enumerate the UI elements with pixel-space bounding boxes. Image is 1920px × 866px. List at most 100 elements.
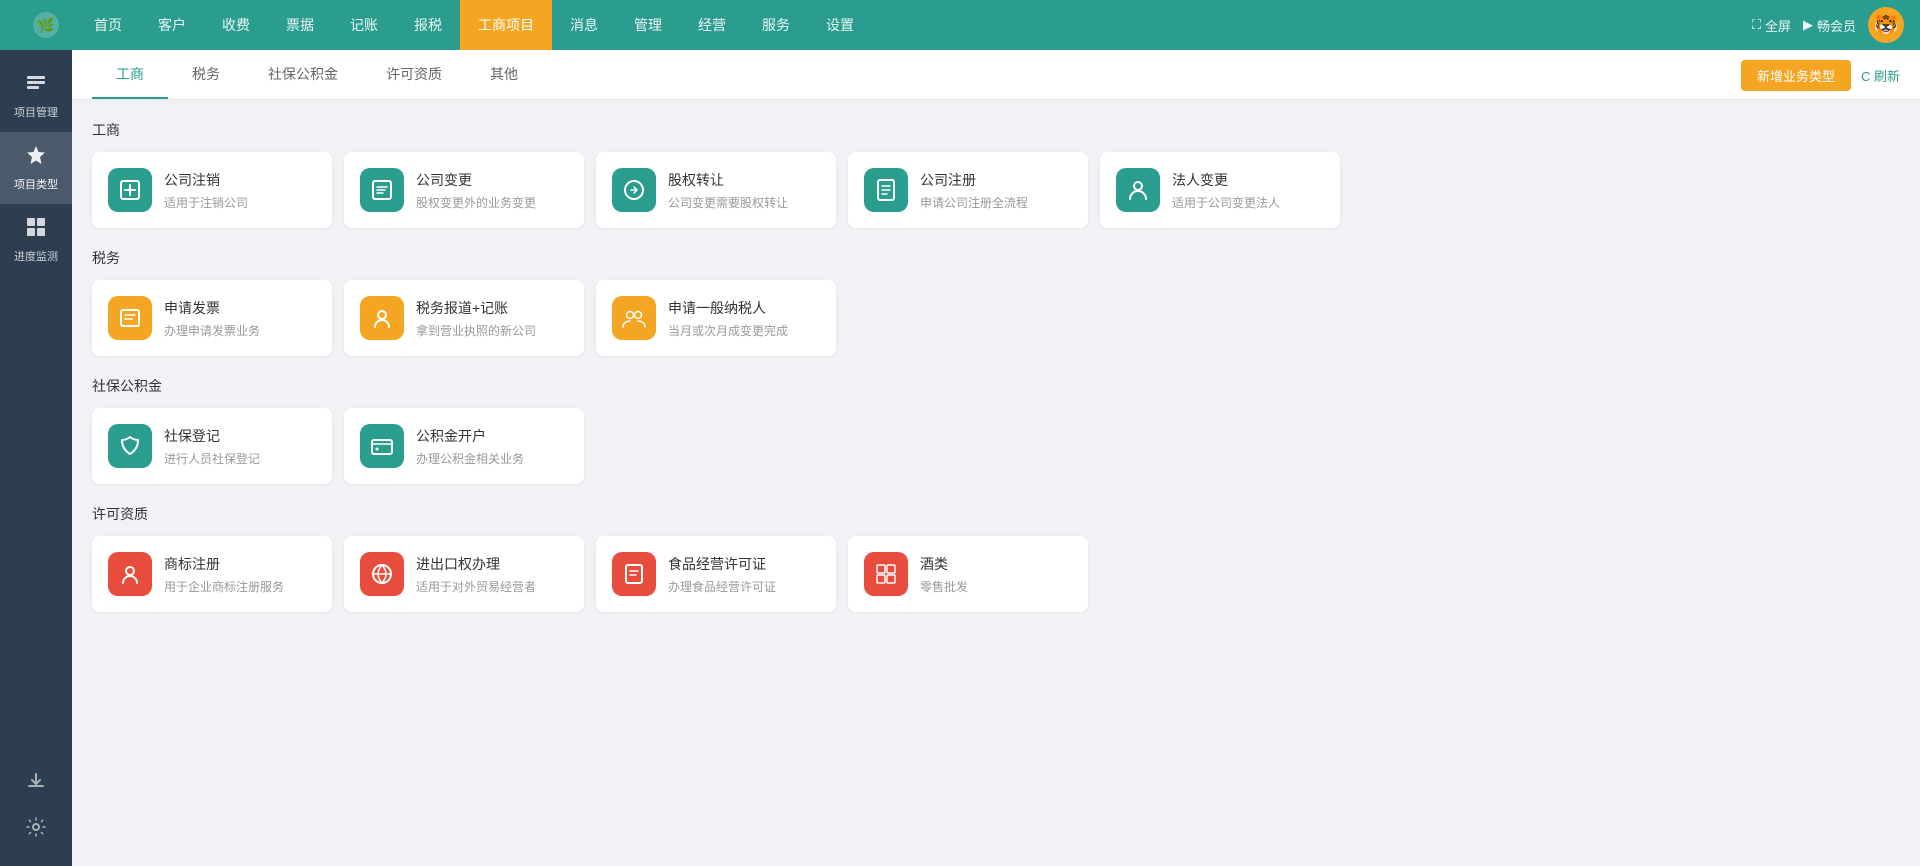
card-social-register[interactable]: 社保登记 进行人员社保登记 (92, 408, 332, 484)
shebao-cards: 社保登记 进行人员社保登记 公积 (92, 408, 1900, 484)
social-register-name: 社保登记 (164, 426, 316, 446)
nav-accounting[interactable]: 记账 (332, 0, 396, 50)
section-shebao: 社保公积金 社保登记 进行人员社保登记 (92, 376, 1900, 484)
alcohol-icon (864, 552, 908, 596)
sidebar-label-project-manage: 项目管理 (14, 104, 58, 120)
fullscreen-btn[interactable]: ⛶ 全屏 (1752, 16, 1791, 35)
nav-tax[interactable]: 报税 (396, 0, 460, 50)
food-license-desc: 办理食品经营许可证 (668, 578, 820, 595)
nav-customer[interactable]: 客户 (140, 0, 204, 50)
card-apply-invoice[interactable]: 申请发票 办理申请发票业务 (92, 280, 332, 356)
equity-transfer-desc: 公司变更需要股权转让 (668, 194, 820, 211)
general-taxpayer-text: 申请一般纳税人 当月或次月成变更完成 (668, 298, 820, 339)
apply-invoice-desc: 办理申请发票业务 (164, 322, 316, 339)
tab-xuke[interactable]: 许可资质 (362, 51, 466, 99)
food-license-text: 食品经营许可证 办理食品经营许可证 (668, 554, 820, 595)
company-register-icon (864, 168, 908, 212)
section-xuke-title: 许可资质 (92, 504, 1900, 524)
equity-transfer-text: 股权转让 公司变更需要股权转让 (668, 170, 820, 211)
nav-right: ⛶ 全屏 ▶ 畅会员 🐯 (1752, 7, 1904, 43)
avatar[interactable]: 🐯 (1868, 7, 1904, 43)
tab-gongshang[interactable]: 工商 (92, 51, 168, 99)
legal-change-name: 法人变更 (1172, 170, 1324, 190)
main-layout: 项目管理 项目类型 进度监测 (0, 50, 1920, 866)
fund-open-icon (360, 424, 404, 468)
card-tax-report[interactable]: 税务报道+记账 拿到营业执照的新公司 (344, 280, 584, 356)
gongshang-cards: 公司注销 适用于注销公司 公司变更 股 (92, 152, 1900, 228)
trademark-text: 商标注册 用于企业商标注册服务 (164, 554, 316, 595)
company-register-name: 公司注册 (920, 170, 1072, 190)
card-legal-change[interactable]: 法人变更 适用于公司变更法人 (1100, 152, 1340, 228)
apply-invoice-name: 申请发票 (164, 298, 316, 318)
fund-open-name: 公积金开户 (416, 426, 568, 446)
section-gongshang-title: 工商 (92, 120, 1900, 140)
sidebar-item-project-type[interactable]: 项目类型 (0, 132, 72, 204)
tax-report-name: 税务报道+记账 (416, 298, 568, 318)
fund-open-text: 公积金开户 办理公积金相关业务 (416, 426, 568, 467)
card-equity-transfer[interactable]: 股权转让 公司变更需要股权转让 (596, 152, 836, 228)
top-nav: 🌿 首页 客户 收费 票据 记账 报税 工商项目 消息 管理 经营 服务 设置 … (0, 0, 1920, 50)
nav-operation[interactable]: 经营 (680, 0, 744, 50)
card-company-change[interactable]: 公司变更 股权变更外的业务变更 (344, 152, 584, 228)
equity-transfer-icon (612, 168, 656, 212)
company-register-desc: 申请公司注册全流程 (920, 194, 1072, 211)
tab-shebao[interactable]: 社保公积金 (244, 51, 362, 99)
nav-invoice[interactable]: 票据 (268, 0, 332, 50)
refresh-button[interactable]: C 刷新 (1861, 66, 1900, 85)
sidebar-settings-btn[interactable] (0, 804, 72, 850)
company-change-desc: 股权变更外的业务变更 (416, 194, 568, 211)
nav-bizproject[interactable]: 工商项目 (460, 0, 552, 50)
tab-other[interactable]: 其他 (466, 51, 542, 99)
sidebar-item-progress[interactable]: 进度监测 (0, 204, 72, 276)
sidebar-label-progress: 进度监测 (14, 248, 58, 264)
fullscreen-icon: ⛶ (1752, 17, 1761, 33)
equity-transfer-name: 股权转让 (668, 170, 820, 190)
svg-text:🌿: 🌿 (37, 17, 54, 34)
alcohol-name: 酒类 (920, 554, 1072, 574)
social-register-desc: 进行人员社保登记 (164, 450, 316, 467)
nav-items: 首页 客户 收费 票据 记账 报税 工商项目 消息 管理 经营 服务 设置 (76, 0, 1752, 50)
nav-home[interactable]: 首页 (76, 0, 140, 50)
add-type-button[interactable]: 新增业务类型 (1741, 60, 1851, 91)
tax-report-text: 税务报道+记账 拿到营业执照的新公司 (416, 298, 568, 339)
tab-actions: 新增业务类型 C 刷新 (1741, 60, 1900, 99)
food-license-icon (612, 552, 656, 596)
general-taxpayer-icon (612, 296, 656, 340)
scroll-content[interactable]: 工商 公司注销 适用于注销公司 (72, 100, 1920, 866)
company-change-icon (360, 168, 404, 212)
social-register-text: 社保登记 进行人员社保登记 (164, 426, 316, 467)
tab-shuiwu[interactable]: 税务 (168, 51, 244, 99)
sidebar-download-btn[interactable] (0, 758, 72, 804)
card-trademark[interactable]: 商标注册 用于企业商标注册服务 (92, 536, 332, 612)
nav-manage[interactable]: 管理 (616, 0, 680, 50)
nav-settings[interactable]: 设置 (808, 0, 872, 50)
sidebar-item-project-manage[interactable]: 项目管理 (0, 60, 72, 132)
card-alcohol[interactable]: 酒类 零售批发 (848, 536, 1088, 612)
content-area: 工商 税务 社保公积金 许可资质 其他 新增业务类型 C 刷新 工商 (72, 50, 1920, 866)
apply-invoice-text: 申请发票 办理申请发票业务 (164, 298, 316, 339)
tab-list: 工商 税务 社保公积金 许可资质 其他 (92, 51, 542, 99)
card-fund-open[interactable]: 公积金开户 办理公积金相关业务 (344, 408, 584, 484)
card-food-license[interactable]: 食品经营许可证 办理食品经营许可证 (596, 536, 836, 612)
food-license-name: 食品经营许可证 (668, 554, 820, 574)
import-export-text: 进出口权办理 适用于对外贸易经营者 (416, 554, 568, 595)
fullscreen-label: 全屏 (1765, 16, 1791, 35)
card-company-cancel[interactable]: 公司注销 适用于注销公司 (92, 152, 332, 228)
tax-report-desc: 拿到营业执照的新公司 (416, 322, 568, 339)
vip-btn[interactable]: ▶ 畅会员 (1803, 16, 1856, 35)
section-shuiwu: 税务 申请发票 办理申请发票业务 (92, 248, 1900, 356)
nav-service[interactable]: 服务 (744, 0, 808, 50)
nav-message[interactable]: 消息 (552, 0, 616, 50)
trademark-name: 商标注册 (164, 554, 316, 574)
nav-fee[interactable]: 收费 (204, 0, 268, 50)
fund-open-desc: 办理公积金相关业务 (416, 450, 568, 467)
company-cancel-name: 公司注销 (164, 170, 316, 190)
card-general-taxpayer[interactable]: 申请一般纳税人 当月或次月成变更完成 (596, 280, 836, 356)
import-export-desc: 适用于对外贸易经营者 (416, 578, 568, 595)
shuiwu-cards: 申请发票 办理申请发票业务 税务报道+记账 (92, 280, 1900, 356)
legal-change-desc: 适用于公司变更法人 (1172, 194, 1324, 211)
company-change-text: 公司变更 股权变更外的业务变更 (416, 170, 568, 211)
card-import-export[interactable]: 进出口权办理 适用于对外贸易经营者 (344, 536, 584, 612)
company-register-text: 公司注册 申请公司注册全流程 (920, 170, 1072, 211)
card-company-register[interactable]: 公司注册 申请公司注册全流程 (848, 152, 1088, 228)
